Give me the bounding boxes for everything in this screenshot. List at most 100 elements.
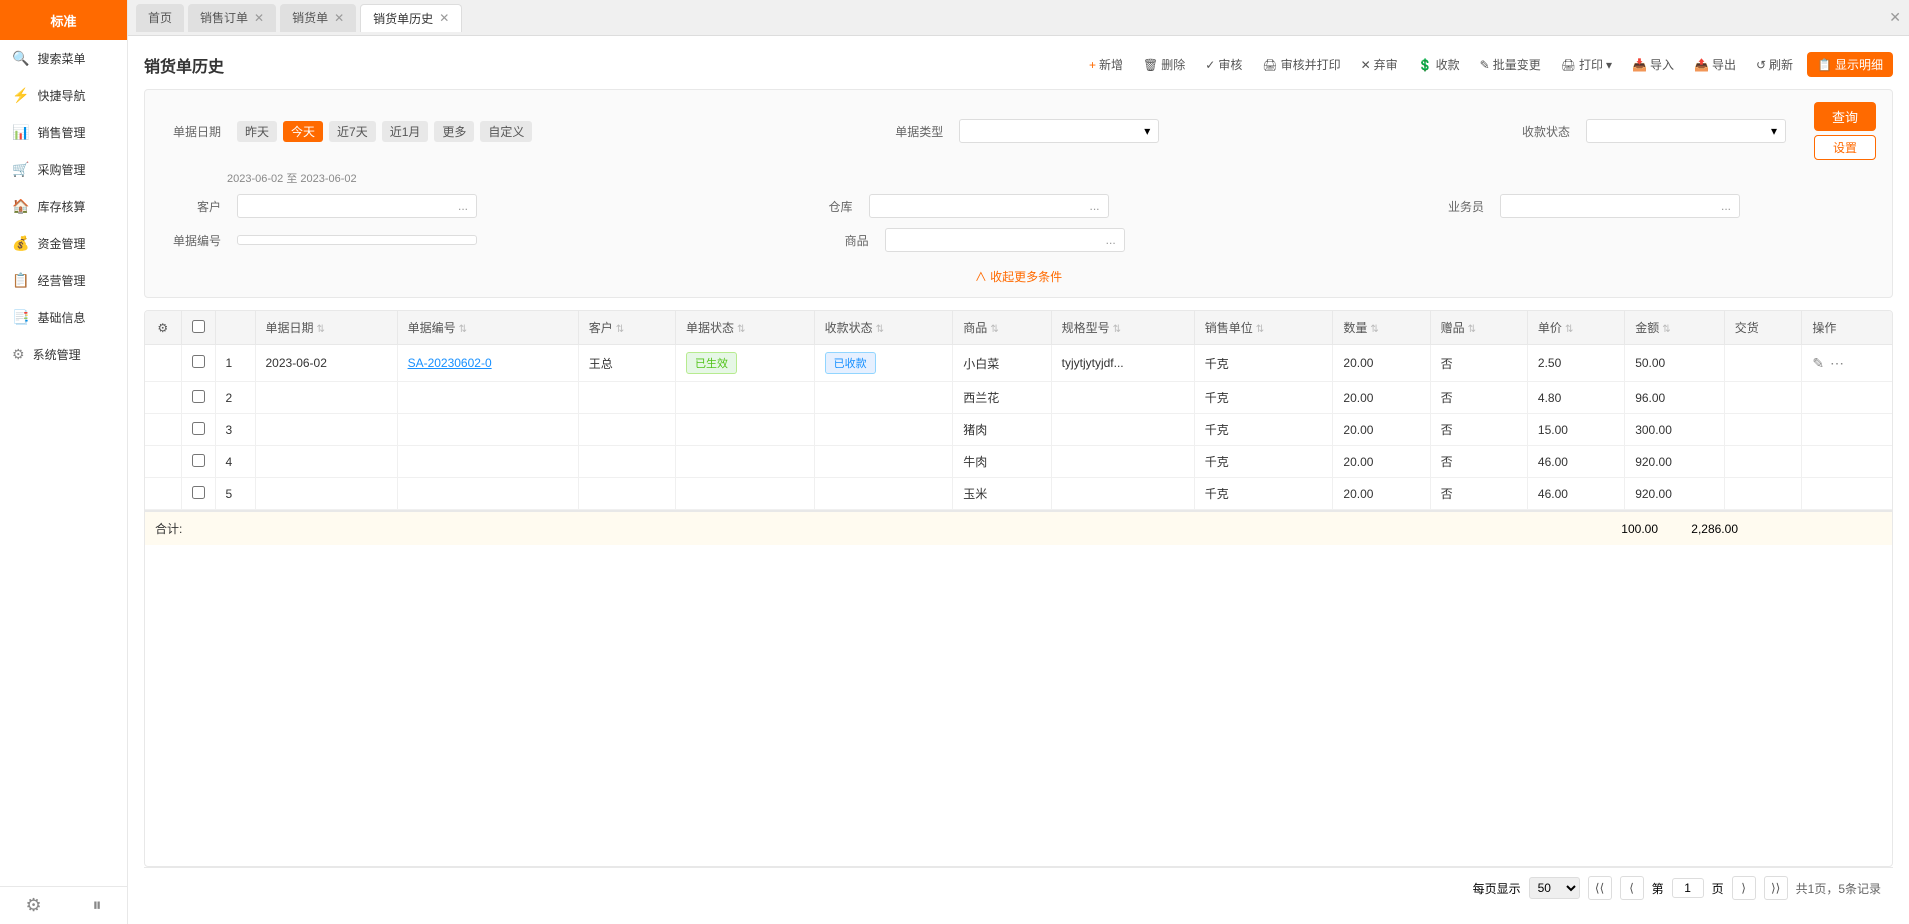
row-checkbox[interactable] [192, 355, 205, 368]
tab-sales-order[interactable]: 销售订单 ✕ [188, 4, 276, 32]
row-date [255, 478, 397, 510]
prev-page-btn[interactable]: ⟨ [1620, 876, 1644, 900]
tab-home[interactable]: 首页 [136, 4, 184, 32]
doc-no-link[interactable]: SA-20230602-0 [408, 356, 492, 370]
tab-sales-goods[interactable]: 销货单 ✕ [280, 4, 356, 32]
sort-qty-icon: ⇅ [1370, 324, 1378, 335]
sidebar-item-finance-mgmt[interactable]: 💰 资金管理 [0, 225, 127, 262]
sidebar-item-sales-mgmt[interactable]: 📊 销售管理 [0, 114, 127, 151]
col-date[interactable]: 单据日期⇅ [255, 311, 397, 345]
row-gear [145, 478, 181, 510]
date-tag-7days[interactable]: 近7天 [329, 121, 376, 142]
collapse-filter-btn[interactable]: ∧ 收起更多条件 [161, 262, 1876, 285]
chevron-up-icon: ∧ [975, 270, 987, 284]
col-doc-no[interactable]: 单据编号⇅ [397, 311, 578, 345]
tab-sales-goods-close[interactable]: ✕ [334, 11, 344, 25]
warehouse-filter-input[interactable]: ... [869, 194, 1109, 218]
date-tag-more[interactable]: 更多 [434, 121, 474, 142]
date-tag-yesterday[interactable]: 昨天 [237, 121, 277, 142]
new-button[interactable]: + 新增 [1083, 53, 1129, 76]
sidebar-item-quick-nav[interactable]: ⚡ 快捷导航 [0, 77, 127, 114]
sidebar-collapse-icon[interactable]: ⏸ [93, 895, 102, 916]
date-tag-1month[interactable]: 近1月 [382, 121, 429, 142]
col-amount[interactable]: 金额⇅ [1625, 311, 1725, 345]
first-page-btn[interactable]: ⟨⟨ [1588, 876, 1612, 900]
audit-button[interactable]: ✓ 审核 [1199, 53, 1248, 76]
tab-sales-history-close[interactable]: ✕ [439, 11, 449, 25]
doc-type-filter-select[interactable]: ▾ [959, 119, 1159, 143]
col-collect-status[interactable]: 收款状态⇅ [814, 311, 953, 345]
tab-sales-order-label: 销售订单 [200, 9, 248, 26]
salesperson-ellipsis[interactable]: ... [1721, 199, 1731, 213]
window-close-icon[interactable]: ✕ [1889, 9, 1901, 26]
tab-sales-history[interactable]: 销货单历史 ✕ [360, 4, 462, 32]
sidebar-item-search-menu[interactable]: 🔍 搜索菜单 [0, 40, 127, 77]
row-gear [145, 345, 181, 382]
select-all-checkbox[interactable] [192, 320, 205, 333]
col-unit[interactable]: 销售单位⇅ [1194, 311, 1333, 345]
col-gift[interactable]: 赠品⇅ [1430, 311, 1527, 345]
refresh-button[interactable]: ↺ 刷新 [1750, 53, 1799, 76]
col-qty[interactable]: 数量⇅ [1333, 311, 1430, 345]
sidebar-item-operation-mgmt[interactable]: 📋 经营管理 [0, 262, 127, 299]
next-page-btn[interactable]: ⟩ [1732, 876, 1756, 900]
row-goods: 牛肉 [953, 446, 1051, 478]
collect-status-dropdown-icon: ▾ [1771, 124, 1777, 138]
new-icon: + [1089, 58, 1096, 72]
row-checkbox[interactable] [192, 486, 205, 499]
doc-no-filter-input[interactable] [237, 235, 477, 245]
batch-change-button[interactable]: ✎ 批量变更 [1474, 53, 1547, 76]
show-detail-button[interactable]: 📋 显示明细 [1807, 52, 1893, 77]
col-goods[interactable]: 商品⇅ [953, 311, 1051, 345]
collect-status-filter-select[interactable]: ▾ [1586, 119, 1786, 143]
row-action: ✎⋯ [1802, 345, 1892, 382]
sort-collect-status-icon: ⇅ [876, 324, 884, 335]
date-tag-today[interactable]: 今天 [283, 121, 323, 142]
last-page-btn[interactable]: ⟩⟩ [1764, 876, 1788, 900]
row-action [1802, 382, 1892, 414]
sidebar-item-system-mgmt[interactable]: ⚙ 系统管理 [0, 336, 127, 373]
edit-icon[interactable]: ✎ [1812, 355, 1824, 372]
abandon-icon: ✕ [1361, 58, 1371, 72]
per-page-select[interactable]: 50 100 200 [1529, 877, 1580, 899]
abandon-button[interactable]: ✕ 弃审 [1355, 53, 1404, 76]
goods-ellipsis[interactable]: ... [1106, 233, 1116, 247]
row-checkbox[interactable] [192, 454, 205, 467]
col-doc-status[interactable]: 单据状态⇅ [676, 311, 815, 345]
warehouse-ellipsis[interactable]: ... [1089, 199, 1099, 213]
page-number-input[interactable] [1672, 878, 1704, 898]
collect-button[interactable]: 💲 收款 [1412, 53, 1466, 76]
customer-filter-input[interactable]: ... [237, 194, 477, 218]
date-tag-custom[interactable]: 自定义 [480, 121, 532, 142]
row-gear [145, 446, 181, 478]
col-checkbox[interactable] [181, 311, 215, 345]
col-customer[interactable]: 客户⇅ [578, 311, 675, 345]
import-button[interactable]: 📥 导入 [1626, 53, 1680, 76]
sidebar-item-inventory-calc[interactable]: 🏠 库存核算 [0, 188, 127, 225]
export-button[interactable]: 📤 导出 [1688, 53, 1742, 76]
goods-filter-input[interactable]: ... [885, 228, 1125, 252]
settings-button[interactable]: 设置 [1814, 135, 1876, 160]
col-spec[interactable]: 规格型号⇅ [1051, 311, 1194, 345]
sidebar-item-purchase-mgmt[interactable]: 🛒 采购管理 [0, 151, 127, 188]
print-button[interactable]: 🖨 打印 ▾ [1555, 53, 1618, 76]
audit-print-button[interactable]: 🖨 审核并打印 [1256, 53, 1346, 76]
doc-type-filter-label: 单据类型 [883, 123, 943, 140]
row-doc-no: SA-20230602-0 [397, 345, 578, 382]
total-qty: 100.00 [1602, 522, 1682, 536]
row-trade [1724, 382, 1802, 414]
salesperson-filter-input[interactable]: ... [1500, 194, 1740, 218]
row-amount: 300.00 [1625, 414, 1725, 446]
more-icon[interactable]: ⋯ [1830, 355, 1844, 372]
row-checkbox[interactable] [192, 422, 205, 435]
query-button[interactable]: 查询 [1814, 102, 1876, 131]
col-settings[interactable]: ⚙ [145, 311, 181, 345]
row-checkbox[interactable] [192, 390, 205, 403]
sidebar-item-basic-info[interactable]: 📑 基础信息 [0, 299, 127, 336]
delete-button[interactable]: 🗑 删除 [1137, 53, 1191, 76]
tab-sales-order-close[interactable]: ✕ [254, 11, 264, 25]
col-price[interactable]: 单价⇅ [1527, 311, 1624, 345]
col-no [215, 311, 255, 345]
customer-ellipsis[interactable]: ... [458, 199, 468, 213]
sidebar-settings-icon[interactable]: ⚙ [25, 895, 41, 916]
